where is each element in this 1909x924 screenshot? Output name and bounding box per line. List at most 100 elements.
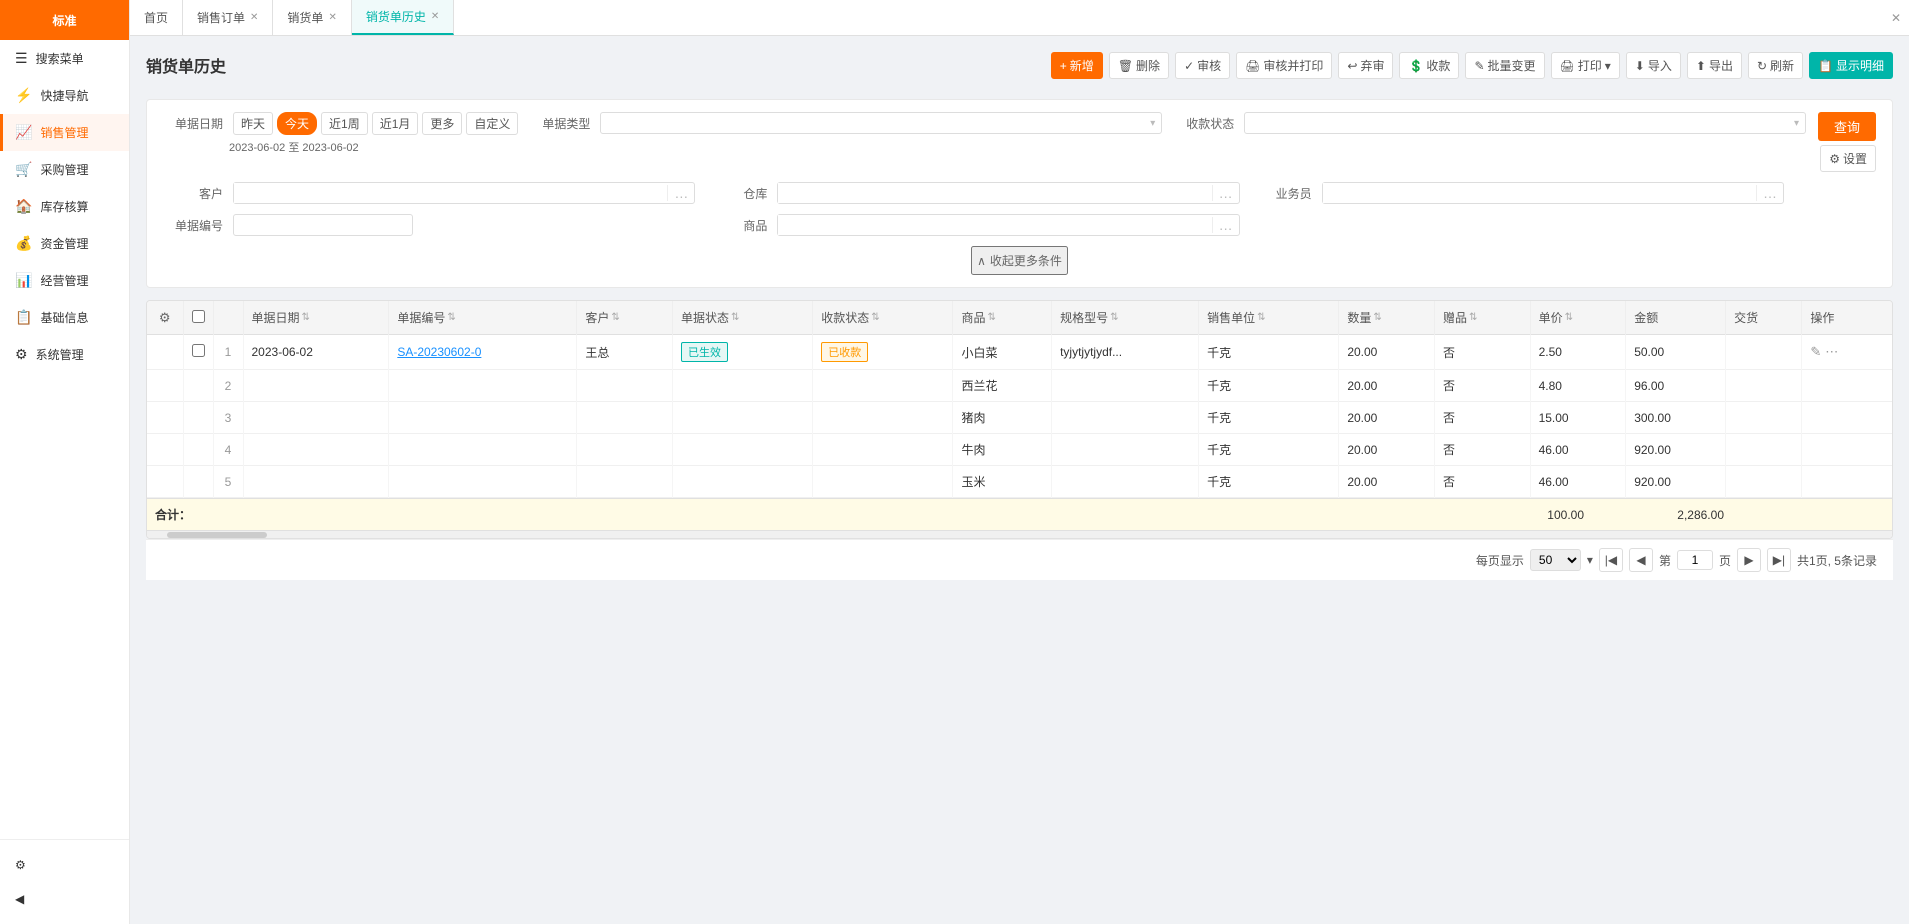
th-customer[interactable]: 客户 ⇅ (577, 301, 673, 335)
tab-home[interactable]: 首页 (130, 0, 183, 35)
funds-mgmt-icon: 💰 (15, 235, 32, 252)
tab-sales-order-close[interactable]: ✕ (250, 12, 258, 23)
doc-num-link[interactable]: SA-20230602-0 (397, 345, 481, 359)
goods-input[interactable] (778, 215, 1211, 235)
date-btn-yesterday[interactable]: 昨天 (233, 112, 273, 135)
salesperson-input[interactable] (1323, 183, 1756, 203)
filter-panel: 单据日期 昨天 今天 近1周 近1月 更多 自定义 2023-06-02 至 2… (146, 99, 1893, 288)
tab-sales-delivery-close[interactable]: ✕ (328, 12, 336, 23)
warehouse-input[interactable] (778, 183, 1211, 203)
row-checkbox-cell[interactable] (183, 402, 213, 434)
tab-sales-history[interactable]: 销货单历史 ✕ (352, 0, 454, 35)
payment-status-select[interactable] (1245, 113, 1788, 133)
tab-sales-order[interactable]: 销售订单 ✕ (183, 0, 273, 35)
tab-more-icon[interactable]: ✕ (1891, 11, 1901, 25)
row-edit-icon[interactable]: ✎ (1810, 344, 1821, 359)
horizontal-scrollbar[interactable] (147, 530, 1892, 538)
row-checkbox[interactable] (192, 344, 205, 357)
date-btn-last1month[interactable]: 近1月 (372, 112, 419, 135)
salesperson-dots-icon[interactable]: … (1756, 185, 1783, 201)
row-checkbox-cell[interactable] (183, 466, 213, 498)
stock-calc-icon: 🏠 (15, 198, 32, 215)
customer-input[interactable] (234, 183, 667, 203)
prev-page-button[interactable]: ◀ (1629, 548, 1653, 572)
tab-bar: 首页 销售订单 ✕ 销货单 ✕ 销货单历史 ✕ ✕ (130, 0, 1909, 36)
batch-change-button[interactable]: ✎ 批量变更 (1465, 52, 1544, 79)
th-qty[interactable]: 数量 ⇅ (1339, 301, 1435, 335)
row-amount-cell: 96.00 (1626, 370, 1726, 402)
customer-dots-icon[interactable]: … (667, 185, 694, 201)
date-btn-last7days[interactable]: 近1周 (321, 112, 368, 135)
sidebar-item-purchase-mgmt[interactable]: 🛒 采购管理 (0, 151, 129, 188)
doc-status-badge: 已生效 (681, 342, 728, 362)
sidebar-item-sales-mgmt[interactable]: 📈 销售管理 (0, 114, 129, 151)
page-number-input[interactable] (1677, 550, 1713, 570)
sidebar-item-sys-mgmt[interactable]: ⚙ 系统管理 (0, 336, 129, 373)
row-docstatus-cell (672, 402, 812, 434)
th-pay-status[interactable]: 收款状态 ⇅ (813, 301, 953, 335)
scrollbar-thumb[interactable] (167, 532, 267, 538)
filter-settings-button[interactable]: ⚙ 设置 (1820, 145, 1876, 172)
th-price[interactable]: 单价 ⇅ (1530, 301, 1626, 335)
row-checkbox-cell[interactable] (183, 370, 213, 402)
sidebar-bottom-collapse[interactable]: ◀ (0, 882, 129, 916)
tab-sales-delivery[interactable]: 销货单 ✕ (273, 0, 351, 35)
sidebar-item-funds-mgmt[interactable]: 💰 资金管理 (0, 225, 129, 262)
delete-button[interactable]: 🗑 删除 (1109, 52, 1169, 79)
date-sort-icon: ⇅ (302, 312, 310, 323)
page-size-select[interactable]: 50 100 (1530, 549, 1581, 571)
data-table: ⚙ 单据日期 ⇅ (147, 301, 1892, 498)
th-unit[interactable]: 销售单位 ⇅ (1199, 301, 1339, 335)
sidebar-item-stock-calc[interactable]: 🏠 库存核算 (0, 188, 129, 225)
last-page-button[interactable]: ▶| (1767, 548, 1791, 572)
th-doc-num[interactable]: 单据编号 ⇅ (389, 301, 577, 335)
audit-print-button[interactable]: 🖨 审核并打印 (1236, 52, 1332, 79)
date-btn-more[interactable]: 更多 (422, 112, 462, 135)
doc-number-input[interactable] (233, 214, 413, 236)
show-detail-button[interactable]: 📋 显示明细 (1809, 52, 1893, 79)
sidebar-item-quick-nav[interactable]: ⚡ 快捷导航 (0, 77, 129, 114)
row-checkbox-cell[interactable] (183, 335, 213, 370)
query-button[interactable]: 查询 (1818, 112, 1876, 141)
import-button[interactable]: ⬇ 导入 (1626, 52, 1681, 79)
date-btn-today[interactable]: 今天 (277, 112, 317, 135)
sidebar-item-basic-info[interactable]: 📋 基础信息 (0, 299, 129, 336)
sidebar-item-search-menu[interactable]: ☰ 搜索菜单 (0, 40, 129, 77)
warehouse-dots-icon[interactable]: … (1212, 185, 1239, 201)
sales-mgmt-icon: 📈 (15, 124, 32, 141)
row-customer-cell: 王总 (577, 335, 673, 370)
first-page-button[interactable]: |◀ (1599, 548, 1623, 572)
select-all-checkbox[interactable] (192, 310, 205, 323)
sidebar-item-ops-mgmt[interactable]: 📊 经营管理 (0, 262, 129, 299)
doc-type-select[interactable] (601, 113, 1144, 133)
date-btn-custom[interactable]: 自定义 (466, 112, 518, 135)
tab-sales-history-close[interactable]: ✕ (431, 11, 439, 22)
th-date[interactable]: 单据日期 ⇅ (243, 301, 389, 335)
sidebar-bottom-settings[interactable]: ⚙ (0, 848, 129, 882)
th-goods[interactable]: 商品 ⇅ (953, 301, 1052, 335)
goods-sort-icon: ⇅ (988, 312, 996, 323)
audit-button[interactable]: ✓ 审核 (1175, 52, 1230, 79)
th-gift[interactable]: 赠品 ⇅ (1434, 301, 1530, 335)
refresh-button[interactable]: ↻ 刷新 (1748, 52, 1803, 79)
row-price-cell: 2.50 (1530, 335, 1626, 370)
collect-button[interactable]: 💲 收款 (1399, 52, 1459, 79)
tab-sales-history-label: 销货单历史 (366, 8, 426, 25)
row-spec-cell (1052, 370, 1199, 402)
collapse-button[interactable]: ∧ 收起更多条件 (971, 246, 1068, 275)
new-button[interactable]: + 新增 (1051, 52, 1103, 79)
abandon-button[interactable]: ↩ 弃审 (1338, 52, 1393, 79)
row-qty-cell: 20.00 (1339, 402, 1435, 434)
th-settings[interactable]: ⚙ (147, 301, 183, 335)
th-checkbox[interactable] (183, 301, 213, 335)
print-button[interactable]: 🖨 打印 ▾ (1551, 52, 1620, 79)
th-spec[interactable]: 规格型号 ⇅ (1052, 301, 1199, 335)
row-more-icon[interactable]: ⋯ (1825, 344, 1838, 359)
column-settings-icon[interactable]: ⚙ (159, 310, 171, 325)
goods-dots-icon[interactable]: … (1212, 217, 1239, 233)
next-page-button[interactable]: ▶ (1737, 548, 1761, 572)
export-button[interactable]: ⬆ 导出 (1687, 52, 1742, 79)
row-checkbox-cell[interactable] (183, 434, 213, 466)
th-doc-status[interactable]: 单据状态 ⇅ (672, 301, 812, 335)
row-docstatus-cell (672, 434, 812, 466)
